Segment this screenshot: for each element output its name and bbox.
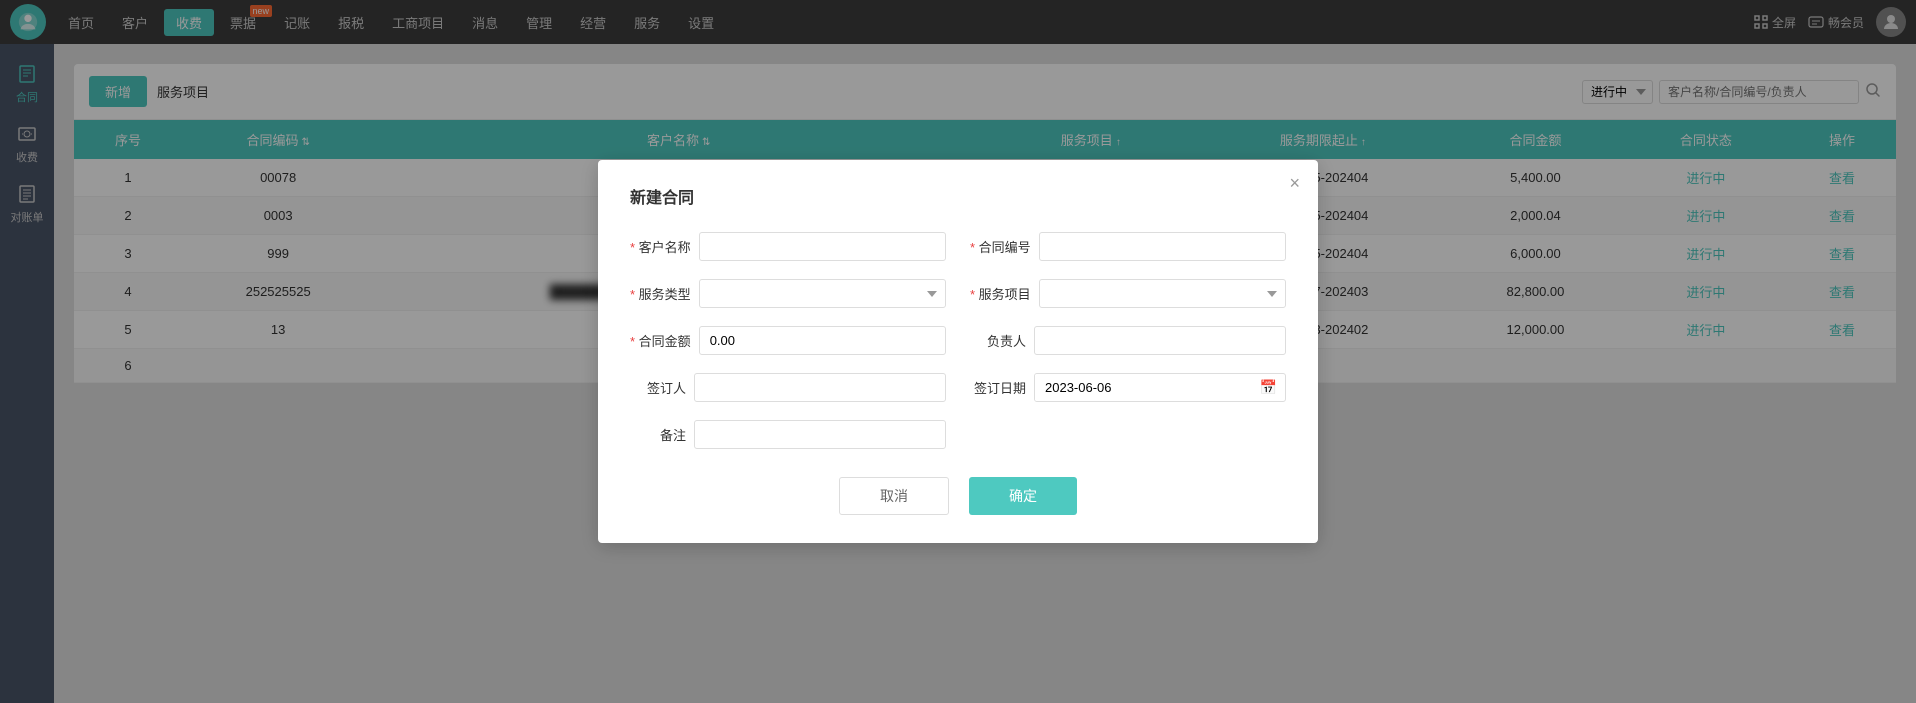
sign-date-input[interactable] — [1035, 374, 1252, 401]
cancel-button[interactable]: 取消 — [839, 477, 949, 515]
signer-input[interactable] — [694, 373, 946, 402]
contract-no-input[interactable] — [1039, 232, 1286, 261]
responsible-field: 负责人 — [970, 326, 1286, 355]
sign-date-wrap: 📅 — [1034, 373, 1286, 402]
modal-close-button[interactable]: × — [1289, 174, 1300, 192]
form-row-3: 合同金额 负责人 — [630, 326, 1286, 355]
main-layout: 合同 收费 对账单 新增 服务项目 进行中 — [0, 44, 1916, 703]
customer-name-label: 客户名称 — [630, 237, 691, 256]
remark-input[interactable] — [694, 420, 946, 449]
signer-label: 签订人 — [630, 378, 686, 397]
service-type-select-wrap — [699, 279, 946, 308]
new-contract-modal: × 新建合同 客户名称 合同编号 服务类型 — [598, 160, 1318, 543]
remark-field: 备注 — [630, 420, 946, 449]
contract-no-label: 合同编号 — [970, 237, 1031, 256]
contract-no-field: 合同编号 — [970, 232, 1286, 261]
service-type-field: 服务类型 — [630, 279, 946, 308]
amount-field: 合同金额 — [630, 326, 946, 355]
form-row-5: 备注 — [630, 420, 1286, 449]
responsible-label: 负责人 — [970, 331, 1026, 350]
form-row-4: 签订人 签订日期 📅 — [630, 373, 1286, 402]
form-row-1: 客户名称 合同编号 — [630, 232, 1286, 261]
service-item-select-wrap — [1039, 279, 1286, 308]
service-type-label: 服务类型 — [630, 284, 691, 303]
customer-name-input[interactable] — [699, 232, 946, 261]
signer-field: 签订人 — [630, 373, 946, 402]
content-area: 新增 服务项目 进行中 已完成 已暂停 — [54, 44, 1916, 703]
modal-overlay: × 新建合同 客户名称 合同编号 服务类型 — [54, 44, 1916, 703]
sign-date-field: 签订日期 📅 — [970, 373, 1286, 402]
modal-title: 新建合同 — [630, 184, 1286, 208]
remark-label: 备注 — [630, 425, 686, 444]
customer-name-field: 客户名称 — [630, 232, 946, 261]
amount-input[interactable] — [699, 326, 946, 355]
confirm-button[interactable]: 确定 — [969, 477, 1077, 515]
amount-label: 合同金额 — [630, 331, 691, 350]
service-item-field: 服务项目 — [970, 279, 1286, 308]
sign-date-label: 签订日期 — [970, 378, 1026, 397]
responsible-input[interactable] — [1034, 326, 1286, 355]
service-type-select[interactable] — [699, 279, 946, 308]
modal-footer: 取消 确定 — [630, 477, 1286, 515]
form-row-2: 服务类型 服务项目 — [630, 279, 1286, 308]
calendar-icon[interactable]: 📅 — [1252, 379, 1285, 396]
service-item-label: 服务项目 — [970, 284, 1031, 303]
service-item-select[interactable] — [1039, 279, 1286, 308]
